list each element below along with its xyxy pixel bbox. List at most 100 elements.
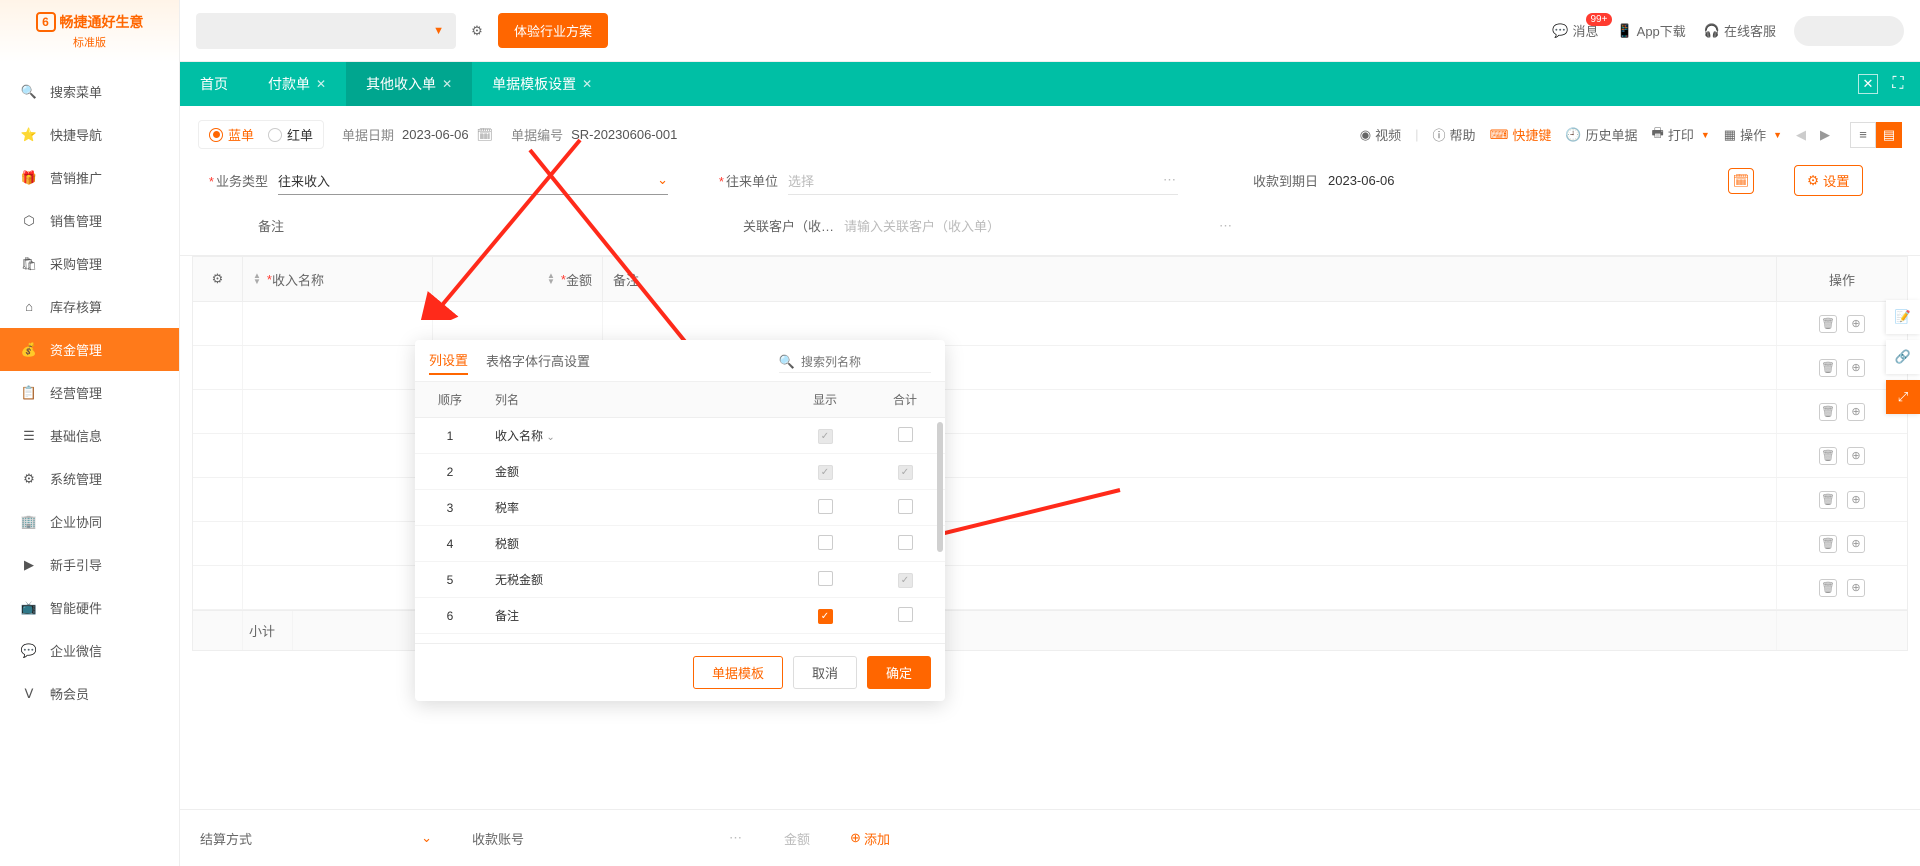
checkbox[interactable] <box>818 535 833 550</box>
sidebar-item[interactable]: 💰资金管理 <box>0 328 179 371</box>
operate-link[interactable]: ▦操作▼ <box>1724 125 1782 144</box>
view-list[interactable]: ≡ <box>1850 122 1876 148</box>
field-account[interactable]: 收款账号 ⋯ <box>472 826 744 850</box>
sidebar-item[interactable]: 🛍采购管理 <box>0 242 179 285</box>
template-button[interactable]: 单据模板 <box>693 656 783 689</box>
copy-icon[interactable]: ⊕ <box>1847 491 1865 509</box>
help-link[interactable]: ⓘ帮助 <box>1433 125 1476 144</box>
checkbox[interactable] <box>898 535 913 550</box>
settings-button[interactable]: ⚙设置 <box>1794 165 1863 196</box>
more-icon[interactable]: ⋯ <box>1219 218 1234 234</box>
ok-button[interactable]: 确定 <box>867 656 931 689</box>
due-date-input[interactable]: 2023-06-06 <box>1328 169 1688 192</box>
scrollbar[interactable] <box>937 422 943 552</box>
checkbox[interactable] <box>898 643 913 644</box>
remark-input[interactable] <box>294 222 684 230</box>
more-icon[interactable]: ⋯ <box>1163 172 1178 188</box>
search-input[interactable] <box>801 355 931 369</box>
checkbox[interactable] <box>898 499 913 514</box>
tab[interactable]: 单据模板设置✕ <box>472 62 612 106</box>
user-avatar[interactable] <box>1794 16 1904 46</box>
checkbox[interactable] <box>898 573 913 588</box>
sidebar-item[interactable]: ▶新手引导 <box>0 543 179 586</box>
more-icon[interactable]: ⋯ <box>729 830 744 846</box>
bill-date-value[interactable]: 2023-06-06 <box>402 127 469 142</box>
delete-icon[interactable]: 🗑 <box>1819 359 1837 377</box>
tab[interactable]: 首页 <box>180 62 248 106</box>
tab-column-settings[interactable]: 列设置 <box>429 350 468 375</box>
copy-icon[interactable]: ⊕ <box>1847 403 1865 421</box>
shortcut-link[interactable]: ⌨快捷键 <box>1490 125 1552 144</box>
delete-icon[interactable]: 🗑 <box>1819 491 1837 509</box>
app-download-link[interactable]: 📱 App下载 <box>1616 21 1685 40</box>
checkbox[interactable] <box>818 571 833 586</box>
sidebar-item[interactable]: ⭐快捷导航 <box>0 113 179 156</box>
checkbox[interactable] <box>818 609 833 624</box>
view-card[interactable]: ▤ <box>1876 122 1902 148</box>
sidebar-item[interactable]: ⚙系统管理 <box>0 457 179 500</box>
sidebar-item[interactable]: Ⅴ畅会员 <box>0 672 179 715</box>
sidebar-item[interactable]: ☰基础信息 <box>0 414 179 457</box>
sidebar-item[interactable]: 🏢企业协同 <box>0 500 179 543</box>
popover-search[interactable]: 🔍 <box>779 352 931 373</box>
history-link[interactable]: 🕘历史单据 <box>1565 125 1637 144</box>
link-icon[interactable]: 🔗 <box>1886 340 1920 374</box>
delete-icon[interactable]: 🗑 <box>1819 315 1837 333</box>
account-selector[interactable]: ▼ <box>196 13 456 49</box>
print-link[interactable]: 🖶打印▼ <box>1652 124 1710 146</box>
sidebar-item[interactable]: ⬡销售管理 <box>0 199 179 242</box>
delete-icon[interactable]: 🗑 <box>1819 535 1837 553</box>
col-amount[interactable]: ▲▼ *金额 <box>433 257 603 301</box>
sidebar-item[interactable]: 🎁营销推广 <box>0 156 179 199</box>
close-icon[interactable]: ✕ <box>442 77 452 91</box>
expand-icon[interactable]: ⛶ <box>1888 74 1908 94</box>
chevron-down-icon[interactable]: ⌄ <box>546 432 554 443</box>
service-link[interactable]: 🎧 在线客服 <box>1704 21 1776 40</box>
partner-input[interactable]: 选择 ⋯ <box>788 167 1178 195</box>
calendar-icon[interactable]: 🗓 <box>477 127 494 143</box>
sidebar-item[interactable]: 📋经营管理 <box>0 371 179 414</box>
col-income-name[interactable]: ▲▼ *收入名称 <box>243 257 433 301</box>
checkbox[interactable] <box>818 499 833 514</box>
checkbox[interactable] <box>818 643 833 644</box>
note-icon[interactable]: 📝 <box>1886 300 1920 334</box>
cta-button[interactable]: 体验行业方案 <box>498 13 608 48</box>
tab[interactable]: 其他收入单✕ <box>346 62 472 106</box>
sidebar-item[interactable]: 🔍搜索菜单 <box>0 70 179 113</box>
close-tab-icon[interactable]: ✕ <box>1858 74 1878 94</box>
prev-icon[interactable]: ◀ <box>1796 127 1806 143</box>
video-link[interactable]: ◉视频 <box>1360 125 1401 144</box>
copy-icon[interactable]: ⊕ <box>1847 579 1865 597</box>
tab-font-row-height[interactable]: 表格字体行高设置 <box>486 351 590 374</box>
expand-tool-icon[interactable]: ⤢ <box>1886 380 1920 414</box>
next-icon[interactable]: ▶ <box>1820 127 1830 143</box>
checkbox[interactable] <box>898 465 913 480</box>
messages-link[interactable]: 💬 消息 99+ <box>1552 21 1598 40</box>
sidebar-item[interactable]: 📺智能硬件 <box>0 586 179 629</box>
copy-icon[interactable]: ⊕ <box>1847 535 1865 553</box>
copy-icon[interactable]: ⊕ <box>1847 315 1865 333</box>
delete-icon[interactable]: 🗑 <box>1819 403 1837 421</box>
sidebar-item[interactable]: ⌂库存核算 <box>0 285 179 328</box>
delete-icon[interactable]: 🗑 <box>1819 447 1837 465</box>
tab[interactable]: 付款单✕ <box>248 62 346 106</box>
calendar-button[interactable]: 🗓 <box>1728 168 1754 194</box>
field-bottom-amount[interactable]: 金额 <box>784 829 810 848</box>
close-icon[interactable]: ✕ <box>316 77 326 91</box>
col-remark[interactable]: 备注 <box>603 257 1777 301</box>
delete-icon[interactable]: 🗑 <box>1819 579 1837 597</box>
rel-cust-input[interactable]: 请输入关联客户（收入单） ⋯ <box>844 212 1234 239</box>
checkbox[interactable] <box>818 429 833 444</box>
checkbox[interactable] <box>898 427 913 442</box>
field-settle-method[interactable]: 结算方式 ⌄ <box>200 826 432 850</box>
column-settings-button[interactable]: ⚙ <box>193 257 243 301</box>
add-button[interactable]: ⊕添加 <box>850 829 890 848</box>
checkbox[interactable] <box>818 465 833 480</box>
close-icon[interactable]: ✕ <box>582 77 592 91</box>
sidebar-item[interactable]: 💬企业微信 <box>0 629 179 672</box>
copy-icon[interactable]: ⊕ <box>1847 447 1865 465</box>
cancel-button[interactable]: 取消 <box>793 656 857 689</box>
radio-blue[interactable]: 蓝单 <box>209 125 254 144</box>
copy-icon[interactable]: ⊕ <box>1847 359 1865 377</box>
gear-icon[interactable]: ⚙ <box>468 22 486 40</box>
